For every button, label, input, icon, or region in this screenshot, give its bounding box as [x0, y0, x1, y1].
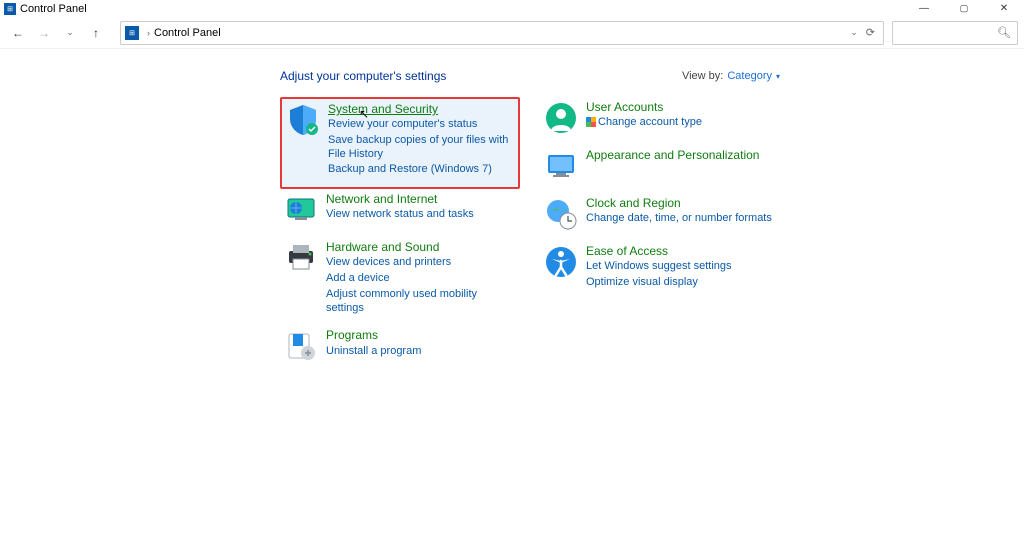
- category-ease-of-access[interactable]: Ease of Access Let Windows suggest setti…: [540, 241, 780, 300]
- history-dropdown-icon[interactable]: ⌄: [850, 27, 858, 38]
- forward-button[interactable]: →: [32, 21, 56, 45]
- refresh-button[interactable]: ⟳: [866, 26, 875, 39]
- category-link[interactable]: Add a device: [326, 272, 516, 286]
- address-bar[interactable]: ⊞ › Control Panel ⌄ ⟳: [120, 21, 884, 45]
- category-network-and-internet[interactable]: Network and Internet View network status…: [280, 189, 520, 237]
- category-link[interactable]: Change account type: [586, 116, 702, 130]
- user-icon: [544, 101, 578, 135]
- category-link[interactable]: Review your computer's status: [328, 118, 514, 132]
- category-title[interactable]: Ease of Access: [586, 245, 732, 258]
- maximize-button[interactable]: ▢: [944, 1, 984, 17]
- category-title[interactable]: Clock and Region: [586, 197, 772, 210]
- category-title[interactable]: User Accounts: [586, 101, 702, 114]
- category-system-and-security[interactable]: System and Security Review your computer…: [280, 97, 520, 189]
- up-button[interactable]: ↑: [84, 21, 108, 45]
- category-link[interactable]: View devices and printers: [326, 256, 516, 270]
- category-link[interactable]: Uninstall a program: [326, 345, 421, 359]
- category-column-left: System and Security Review your computer…: [280, 97, 520, 373]
- printer-icon: [284, 241, 318, 275]
- category-title[interactable]: Programs: [326, 329, 421, 342]
- category-link[interactable]: View network status and tasks: [326, 208, 474, 222]
- control-panel-icon: ⊞: [125, 26, 139, 40]
- breadcrumb-separator-icon: ›: [147, 28, 150, 38]
- view-by-control[interactable]: View by: Category ▾: [682, 70, 780, 82]
- category-link[interactable]: Change date, time, or number formats: [586, 212, 772, 226]
- content-area: Adjust your computer's settings View by:…: [0, 49, 1024, 373]
- category-title[interactable]: Hardware and Sound: [326, 241, 516, 254]
- chevron-down-icon: ▾: [776, 72, 780, 81]
- category-appearance-and-personalization[interactable]: Appearance and Personalization: [540, 145, 780, 193]
- programs-icon: [284, 329, 318, 363]
- category-title[interactable]: System and Security: [328, 103, 514, 116]
- view-by-mode: Category: [727, 70, 772, 82]
- minimize-button[interactable]: —: [904, 1, 944, 17]
- uac-shield-icon: [586, 117, 596, 127]
- category-user-accounts[interactable]: User Accounts Change account type: [540, 97, 780, 145]
- clock-globe-icon: [544, 197, 578, 231]
- recent-locations-button[interactable]: ⌄: [58, 21, 82, 45]
- accessibility-icon: [544, 245, 578, 279]
- category-column-right: User Accounts Change account type Appear…: [540, 97, 780, 373]
- category-hardware-and-sound[interactable]: Hardware and Sound View devices and prin…: [280, 237, 520, 325]
- search-input[interactable]: 🔍︎: [892, 21, 1018, 45]
- category-title[interactable]: Network and Internet: [326, 193, 474, 206]
- category-title[interactable]: Appearance and Personalization: [586, 149, 759, 162]
- navigation-bar: ← → ⌄ ↑ ⊞ › Control Panel ⌄ ⟳ 🔍︎: [0, 17, 1024, 49]
- close-button[interactable]: ✕: [984, 1, 1024, 17]
- shield-icon: [286, 103, 320, 137]
- window-titlebar: ⊞ Control Panel — ▢ ✕: [0, 0, 1024, 17]
- category-programs[interactable]: Programs Uninstall a program: [280, 325, 520, 373]
- category-clock-and-region[interactable]: Clock and Region Change date, time, or n…: [540, 193, 780, 241]
- view-by-label: View by:: [682, 70, 723, 82]
- category-link[interactable]: Let Windows suggest settings: [586, 260, 732, 274]
- search-icon: 🔍︎: [997, 26, 1011, 39]
- window-title: Control Panel: [20, 3, 87, 15]
- breadcrumb-root[interactable]: Control Panel: [154, 27, 221, 39]
- category-link[interactable]: Adjust commonly used mobility settings: [326, 288, 516, 316]
- page-heading: Adjust your computer's settings: [280, 69, 446, 83]
- category-link[interactable]: Backup and Restore (Windows 7): [328, 163, 514, 177]
- category-link[interactable]: Optimize visual display: [586, 276, 732, 290]
- control-panel-icon: ⊞: [4, 3, 16, 15]
- window-controls: — ▢ ✕: [904, 1, 1024, 17]
- category-link[interactable]: Save backup copies of your files with Fi…: [328, 134, 514, 162]
- back-button[interactable]: ←: [6, 21, 30, 45]
- globe-icon: [284, 193, 318, 227]
- display-icon: [544, 149, 578, 183]
